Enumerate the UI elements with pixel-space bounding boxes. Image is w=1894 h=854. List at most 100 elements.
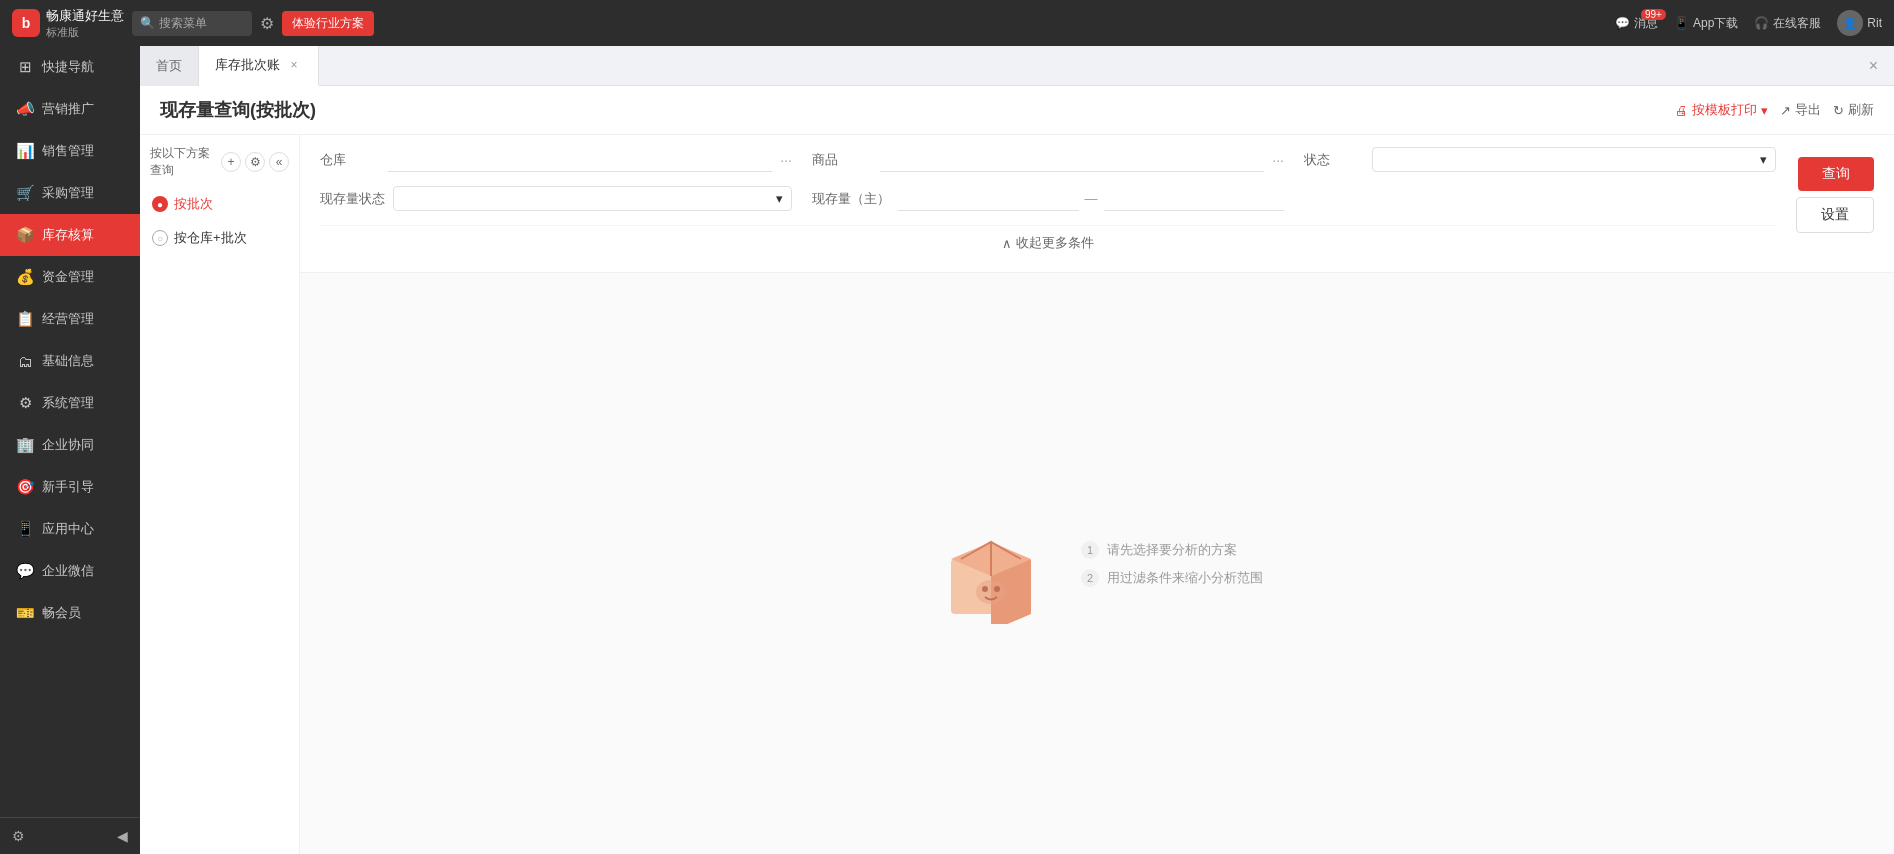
warehouse-more-icon[interactable]: ··· bbox=[780, 152, 792, 168]
warehouse-input[interactable] bbox=[388, 148, 772, 172]
sales-icon: 📊 bbox=[16, 142, 34, 160]
tip-item-2: 2 用过滤条件来缩小分析范围 bbox=[1081, 569, 1263, 587]
scheme-item-label: 按批次 bbox=[174, 195, 213, 213]
filter-group-warehouse: 仓库 ··· bbox=[320, 148, 792, 172]
refresh-button[interactable]: ↻ 刷新 bbox=[1833, 101, 1874, 119]
finance-icon: 💰 bbox=[16, 268, 34, 286]
header-right: 💬 消息 99+ 📱 App下载 🎧 在线客服 👤 Rit bbox=[1615, 10, 1882, 36]
sidebar-item-finance[interactable]: 💰 资金管理 bbox=[0, 256, 140, 298]
settings-button[interactable]: 设置 bbox=[1796, 197, 1874, 233]
tip-text-2: 用过滤条件来缩小分析范围 bbox=[1107, 569, 1263, 587]
filter-row-2: 现存量状态 ▾ 现存量（主） bbox=[320, 186, 1776, 211]
app-download-label: App下载 bbox=[1693, 15, 1738, 32]
search-placeholder: 搜索菜单 bbox=[159, 15, 207, 32]
scheme-inactive-dot: ○ bbox=[152, 230, 168, 246]
scheme-item-batch[interactable]: ● 按批次 bbox=[140, 187, 299, 221]
headset-icon: 🎧 bbox=[1754, 16, 1769, 30]
scheme-header-label: 按以下方案查询 bbox=[150, 145, 221, 179]
filter-group-stock-status: 现存量状态 ▾ bbox=[320, 186, 792, 211]
stock-status-label: 现存量状态 bbox=[320, 190, 385, 208]
scheme-active-dot: ● bbox=[152, 196, 168, 212]
collapse-icon: ∧ bbox=[1002, 236, 1012, 251]
top-header: b 畅康通好生意 标准版 🔍 搜索菜单 ⚙ 体验行业方案 💬 消息 99+ 📱 … bbox=[0, 0, 1894, 46]
stock-qty-range: — bbox=[898, 187, 1284, 211]
svg-point-5 bbox=[994, 586, 1000, 592]
logo-area: b 畅康通好生意 标准版 bbox=[12, 7, 124, 40]
header-gear-button[interactable]: ⚙ bbox=[260, 14, 274, 33]
sidebar-item-label: 新手引导 bbox=[42, 478, 94, 496]
tab-close-button[interactable]: × bbox=[286, 57, 302, 73]
sidebar-item-purchase[interactable]: 🛒 采购管理 bbox=[0, 172, 140, 214]
warehouse-label: 仓库 bbox=[320, 151, 380, 169]
username: Rit bbox=[1867, 16, 1882, 30]
online-service-button[interactable]: 🎧 在线客服 bbox=[1754, 15, 1821, 32]
page-header: 现存量查询(按批次) 🖨 按模板打印 ▾ ↗ 导出 ↻ 刷新 bbox=[140, 86, 1894, 135]
message-icon: 💬 bbox=[1615, 16, 1630, 30]
product-input[interactable] bbox=[880, 148, 1264, 172]
print-dropdown-icon: ▾ bbox=[1761, 103, 1768, 118]
scheme-collapse-button[interactable]: « bbox=[269, 152, 289, 172]
refresh-label: 刷新 bbox=[1848, 101, 1874, 119]
status-select[interactable]: ▾ bbox=[1372, 147, 1776, 172]
search-icon: 🔍 bbox=[140, 16, 155, 30]
collapse-more-button[interactable]: ∧ 收起更多条件 bbox=[320, 225, 1776, 260]
sidebar-item-marketing[interactable]: 📣 营销推广 bbox=[0, 88, 140, 130]
sidebar-settings-button[interactable]: ⚙ bbox=[12, 828, 25, 844]
tip-num-1: 1 bbox=[1081, 541, 1099, 559]
page-title: 现存量查询(按批次) bbox=[160, 98, 316, 122]
sidebar-item-enterprise[interactable]: 🏢 企业协同 bbox=[0, 424, 140, 466]
filter-area: 仓库 ··· 商品 ··· 状态 bbox=[300, 135, 1894, 273]
tab-home[interactable]: 首页 bbox=[140, 46, 199, 86]
tab-home-label: 首页 bbox=[156, 57, 182, 75]
experience-button[interactable]: 体验行业方案 bbox=[282, 11, 374, 36]
print-button[interactable]: 🖨 按模板打印 ▾ bbox=[1675, 101, 1768, 119]
print-label: 按模板打印 bbox=[1692, 101, 1757, 119]
stock-qty-from[interactable] bbox=[898, 187, 1079, 211]
sidebar-item-appstore[interactable]: 📱 应用中心 bbox=[0, 508, 140, 550]
sidebar-bottom: ⚙ ◀ bbox=[0, 817, 140, 854]
sidebar-collapse-button[interactable]: ◀ bbox=[117, 828, 128, 844]
stock-qty-label: 现存量（主） bbox=[812, 190, 890, 208]
stock-qty-to[interactable] bbox=[1104, 187, 1285, 211]
sidebar-item-shortcut[interactable]: ⊞ 快捷导航 bbox=[0, 46, 140, 88]
stock-status-chevron-icon: ▾ bbox=[776, 191, 783, 206]
product-more-icon[interactable]: ··· bbox=[1272, 152, 1284, 168]
sidebar-item-member[interactable]: 🎫 畅会员 bbox=[0, 592, 140, 634]
refresh-icon: ↻ bbox=[1833, 103, 1844, 118]
scheme-item-warehouse-batch[interactable]: ○ 按仓库+批次 bbox=[140, 221, 299, 255]
filter-group-stock-qty: 现存量（主） — bbox=[812, 187, 1284, 211]
operations-icon: 📋 bbox=[16, 310, 34, 328]
tab-batch-account[interactable]: 库存批次账 × bbox=[199, 46, 319, 86]
scheme-item-label: 按仓库+批次 bbox=[174, 229, 247, 247]
sidebar-item-operations[interactable]: 📋 经营管理 bbox=[0, 298, 140, 340]
stock-status-select[interactable]: ▾ bbox=[393, 186, 792, 211]
sidebar-item-basic[interactable]: 🗂 基础信息 bbox=[0, 340, 140, 382]
tab-bar: 首页 库存批次账 × × bbox=[140, 46, 1894, 86]
export-button[interactable]: ↗ 导出 bbox=[1780, 101, 1821, 119]
shortcut-icon: ⊞ bbox=[16, 58, 34, 76]
sidebar-item-wechat[interactable]: 💬 企业微信 bbox=[0, 550, 140, 592]
sidebar-item-label: 快捷导航 bbox=[42, 58, 94, 76]
tip-num-2: 2 bbox=[1081, 569, 1099, 587]
tip-text-1: 请先选择要分析的方案 bbox=[1107, 541, 1237, 559]
scheme-settings-button[interactable]: ⚙ bbox=[245, 152, 265, 172]
range-dash: — bbox=[1085, 191, 1098, 206]
sidebar-item-sales[interactable]: 📊 销售管理 bbox=[0, 130, 140, 172]
query-button[interactable]: 查询 bbox=[1798, 157, 1874, 191]
menu-search[interactable]: 🔍 搜索菜单 bbox=[132, 11, 252, 36]
tab-right-close-button[interactable]: × bbox=[1853, 57, 1894, 75]
scheme-header: 按以下方案查询 + ⚙ « bbox=[140, 145, 299, 187]
sidebar-item-label: 企业微信 bbox=[42, 562, 94, 580]
tip-item-1: 1 请先选择要分析的方案 bbox=[1081, 541, 1263, 559]
filter-actions: 查询 设置 bbox=[1796, 147, 1894, 260]
page-content: 现存量查询(按批次) 🖨 按模板打印 ▾ ↗ 导出 ↻ 刷新 bbox=[140, 86, 1894, 854]
scheme-add-button[interactable]: + bbox=[221, 152, 241, 172]
app-download-button[interactable]: 📱 App下载 bbox=[1674, 15, 1738, 32]
sidebar-item-inventory[interactable]: 📦 库存核算 bbox=[0, 214, 140, 256]
user-avatar-button[interactable]: 👤 Rit bbox=[1837, 10, 1882, 36]
export-label: 导出 bbox=[1795, 101, 1821, 119]
sidebar-item-guide[interactable]: 🎯 新手引导 bbox=[0, 466, 140, 508]
sidebar-item-system[interactable]: ⚙ 系统管理 bbox=[0, 382, 140, 424]
main-layout: ⊞ 快捷导航 📣 营销推广 📊 销售管理 🛒 采购管理 📦 库存核算 💰 资金管… bbox=[0, 46, 1894, 854]
message-button[interactable]: 💬 消息 99+ bbox=[1615, 15, 1658, 32]
